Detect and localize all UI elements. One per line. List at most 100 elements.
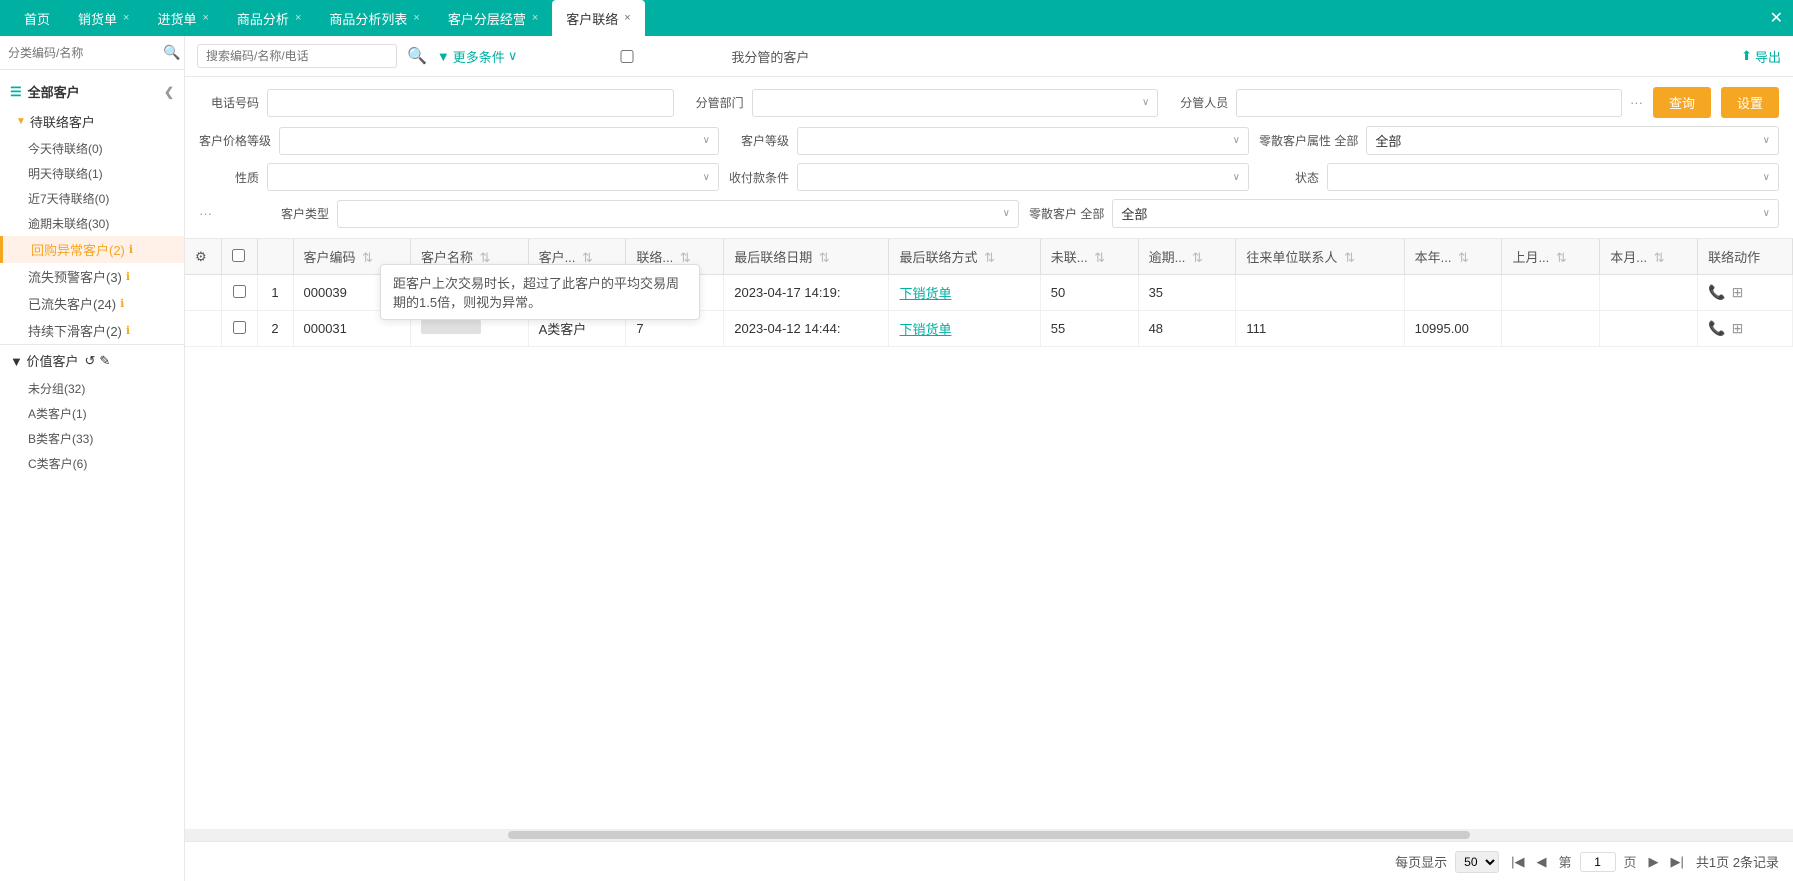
collapse-sidebar-btn[interactable]: ❮ [164, 85, 174, 99]
nav-sales[interactable]: 销货单 × [64, 0, 143, 36]
sidebar-search-icon[interactable]: 🔍 [163, 44, 180, 61]
sidebar-item-b-class[interactable]: B类客户(33) [0, 426, 184, 451]
sidebar-item-today[interactable]: 今天待联络(0) [0, 136, 184, 161]
col-this-year[interactable]: 本年... ⇅ [1404, 239, 1502, 275]
payment-select[interactable]: ∨ [797, 163, 1249, 191]
more-conditions-button[interactable]: ▼ 更多条件 ∨ [437, 47, 517, 66]
sort-overdue-icon[interactable]: ⇅ [1192, 250, 1203, 265]
close-product-list-tab[interactable]: × [413, 12, 419, 24]
close-sales-tab[interactable]: × [123, 12, 129, 24]
sidebar-item-a-class[interactable]: A类客户(1) [0, 401, 184, 426]
row1-last-contact-method[interactable]: 下销货单 [889, 275, 1040, 311]
query-button[interactable]: 查询 [1653, 87, 1711, 118]
sort-last-date-icon[interactable]: ⇅ [819, 250, 830, 265]
row2-last-contact-method[interactable]: 下销货单 [889, 311, 1040, 347]
sort-this-year-icon[interactable]: ⇅ [1458, 250, 1469, 265]
sidebar-item-7days[interactable]: 近7天待联络(0) [0, 186, 184, 211]
nav-product-analysis-list[interactable]: 商品分析列表 × [315, 0, 433, 36]
sort-code-icon[interactable]: ⇅ [362, 250, 373, 265]
search-icon[interactable]: 🔍 [407, 46, 427, 66]
price-level-select[interactable]: ∨ [279, 127, 719, 155]
sidebar-value-customers[interactable]: ▼ 价值客户 ↺ ✎ [0, 344, 184, 376]
manager-dots[interactable]: ··· [1630, 95, 1643, 110]
sort-last-month-icon[interactable]: ⇅ [1556, 250, 1567, 265]
row2-this-year: 10995.00 [1404, 311, 1502, 347]
close-customer-segment-tab[interactable]: × [532, 12, 538, 24]
my-customers-checkbox[interactable] [527, 50, 727, 63]
retail-attr-select[interactable]: 全部 ∨ [1366, 126, 1779, 155]
manager-input[interactable] [1236, 89, 1622, 117]
my-customers-checkbox-label[interactable]: 我分管的客户 [527, 47, 809, 66]
sidebar-all-customers[interactable]: ☰ 全部客户 ❮ [0, 76, 184, 107]
sort-this-month-icon[interactable]: ⇅ [1654, 250, 1665, 265]
row2-checkbox[interactable] [233, 321, 246, 334]
nav-home[interactable]: 首页 [10, 0, 64, 36]
nav-customer-segment[interactable]: 客户分层经营 × [434, 0, 552, 36]
col-uncontacted[interactable]: 未联... ⇅ [1040, 239, 1138, 275]
sort-uncontacted-icon[interactable]: ⇅ [1094, 250, 1105, 265]
value-customers-edit-icon[interactable]: ✎ [99, 353, 110, 369]
sidebar-item-tomorrow[interactable]: 明天待联络(1) [0, 161, 184, 186]
sidebar-item-churned[interactable]: 已流失客户(24) ℹ [0, 290, 184, 317]
export-button[interactable]: ⬆ 导出 [1741, 47, 1781, 66]
sidebar-search-input[interactable] [8, 46, 163, 60]
col-settings[interactable]: ⚙ [185, 239, 221, 275]
customer-level-select[interactable]: ∨ [797, 127, 1249, 155]
row2-grid-icon[interactable]: ⊞ [1732, 320, 1744, 337]
customer-type-select[interactable]: ∨ [337, 200, 1019, 228]
scrollbar-thumb[interactable] [508, 831, 1470, 839]
search-input[interactable] [197, 44, 397, 68]
col-unit-contact[interactable]: 往来单位联系人 ⇅ [1236, 239, 1404, 275]
sidebar-item-churn-warning[interactable]: 流失预警客户(3) ℹ [0, 263, 184, 290]
sort-last-method-icon[interactable]: ⇅ [984, 250, 995, 265]
sidebar-section-pending[interactable]: ▼ 待联络客户 [0, 107, 184, 136]
row1-grid-icon[interactable]: ⊞ [1732, 284, 1744, 301]
value-customers-refresh-icon[interactable]: ↺ [84, 353, 95, 369]
col-last-month[interactable]: 上月... ⇅ [1502, 239, 1600, 275]
sort-unit-contact-icon[interactable]: ⇅ [1344, 250, 1355, 265]
row1-check[interactable] [221, 275, 257, 311]
sort-name-icon[interactable]: ⇅ [480, 250, 491, 265]
window-close-button[interactable]: ✕ [1770, 8, 1783, 28]
col-last-contact-date[interactable]: 最后联络日期 ⇅ [724, 239, 889, 275]
dept-select[interactable]: ∨ [752, 89, 1159, 117]
row2-contact-method-link[interactable]: 下销货单 [899, 322, 951, 337]
sidebar-item-c-class[interactable]: C类客户(6) [0, 451, 184, 476]
close-customer-contact-tab[interactable]: × [624, 12, 630, 24]
page-prev-btn[interactable]: ◀ [1533, 852, 1551, 872]
nav-customer-contact[interactable]: 客户联络 × [552, 0, 644, 36]
sidebar-item-declining[interactable]: 持续下滑客户(2) ℹ [0, 317, 184, 344]
settings-button[interactable]: 设置 [1721, 87, 1779, 118]
sidebar-item-ungrouped[interactable]: 未分组(32) [0, 376, 184, 401]
filter-dots-expand[interactable]: ··· [199, 206, 259, 221]
row1-contact-method-link[interactable]: 下销货单 [899, 286, 951, 301]
col-last-contact-method[interactable]: 最后联络方式 ⇅ [889, 239, 1040, 275]
phone-input[interactable] [267, 89, 674, 117]
close-purchase-tab[interactable]: × [202, 12, 208, 24]
sidebar-item-repurchase-abnormal[interactable]: 回购异常客户(2) ℹ [0, 236, 184, 263]
col-overdue[interactable]: 逾期... ⇅ [1138, 239, 1236, 275]
gender-select[interactable]: ∨ [267, 163, 719, 191]
row1-call-icon[interactable]: 📞 [1708, 284, 1725, 301]
sort-contact-icon[interactable]: ⇅ [680, 250, 691, 265]
page-first-btn[interactable]: |◀ [1507, 852, 1528, 872]
settings-icon[interactable]: ⚙ [195, 249, 207, 264]
select-all-checkbox[interactable] [232, 249, 245, 262]
per-page-select[interactable]: 50 [1455, 851, 1499, 873]
row2-check[interactable] [221, 311, 257, 347]
sort-type-icon[interactable]: ⇅ [582, 250, 593, 265]
sidebar-item-overdue[interactable]: 逾期未联络(30) [0, 211, 184, 236]
horizontal-scrollbar[interactable] [185, 829, 1793, 841]
nav-product-analysis[interactable]: 商品分析 × [223, 0, 315, 36]
col-check[interactable] [221, 239, 257, 275]
retail-customer-select[interactable]: 全部 ∨ [1112, 199, 1779, 228]
status-select[interactable]: ∨ [1327, 163, 1779, 191]
close-product-analysis-tab[interactable]: × [295, 12, 301, 24]
nav-purchase[interactable]: 进货单 × [143, 0, 222, 36]
page-last-btn[interactable]: ▶| [1667, 852, 1688, 872]
row1-checkbox[interactable] [233, 285, 246, 298]
row2-call-icon[interactable]: 📞 [1708, 320, 1725, 337]
page-next-btn[interactable]: ▶ [1645, 852, 1663, 872]
page-number-input[interactable] [1580, 852, 1616, 872]
col-this-month[interactable]: 本月... ⇅ [1600, 239, 1698, 275]
